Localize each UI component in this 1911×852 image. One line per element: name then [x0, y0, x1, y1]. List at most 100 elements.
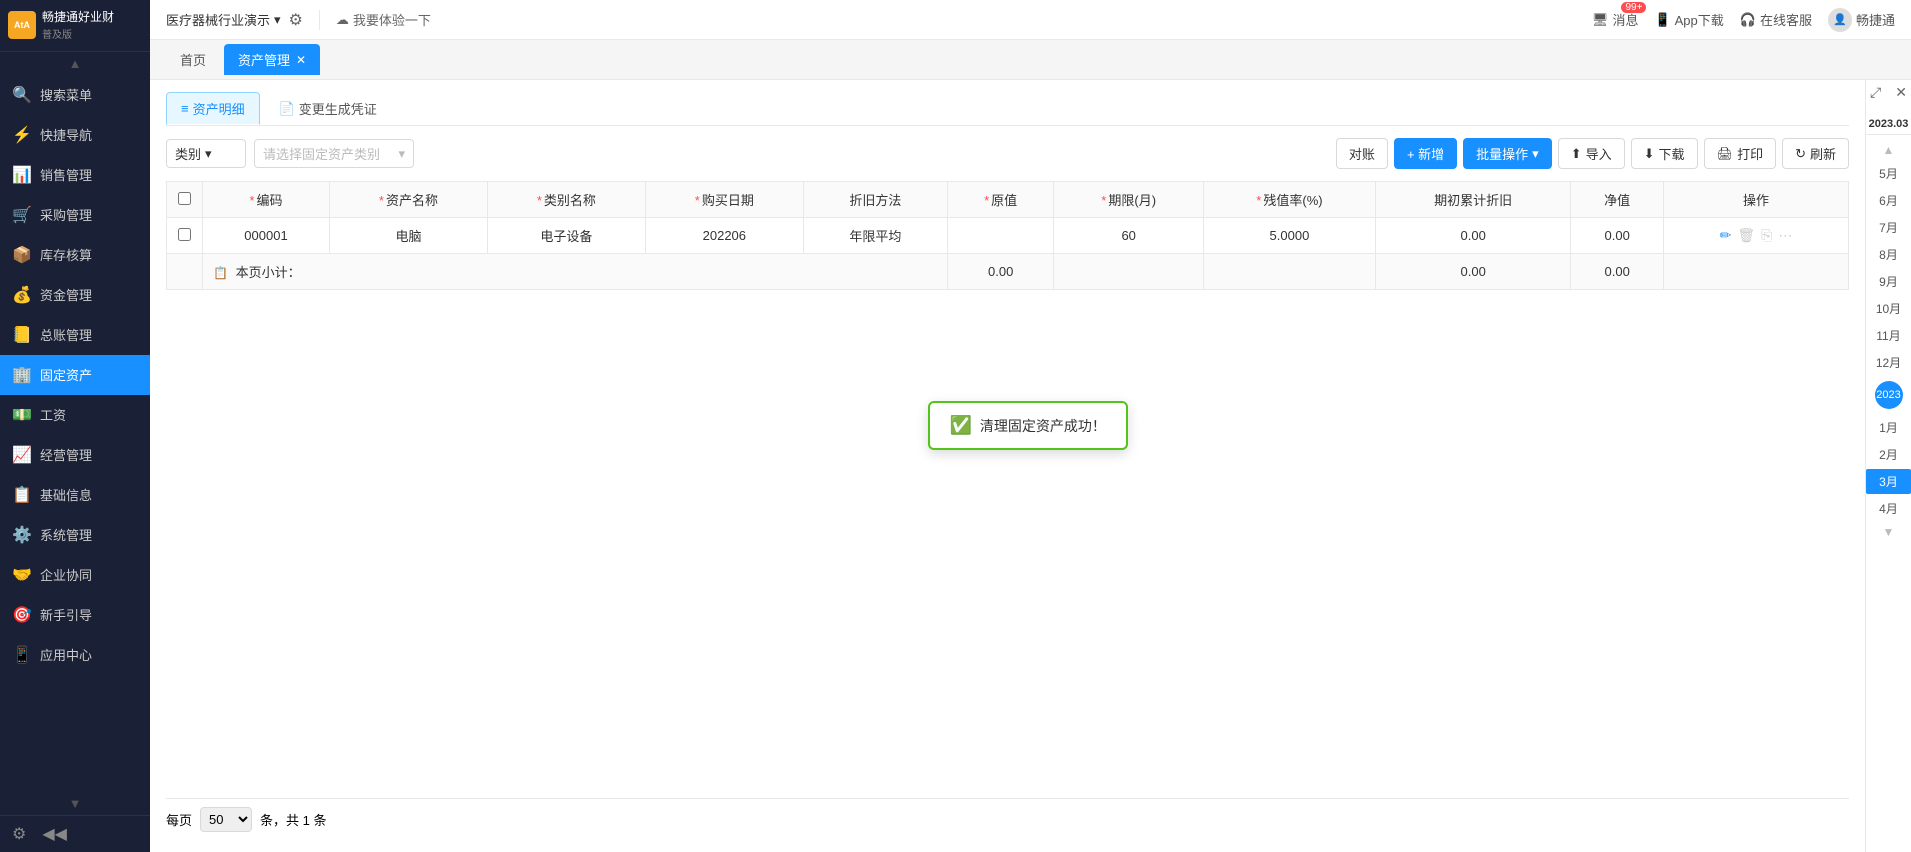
sidebar-icon-search: 🔍 [12, 85, 32, 105]
copy-icon[interactable]: ⎘ [1761, 227, 1772, 244]
subtotal-empty-2 [1054, 254, 1203, 290]
month-10[interactable]: 10月 [1866, 296, 1911, 321]
sidebar-header: AtA 畅捷通好业财 普及版 [0, 0, 150, 52]
sidebar-label-finance: 资金管理 [40, 285, 92, 304]
topbar: 医疗器械行业演示 ▾ ⚙ ☁ 我要体验一下 🖥 消息 99+ 📱 App下载 🎧… [150, 0, 1911, 40]
month-8[interactable]: 8月 [1866, 242, 1911, 267]
month-3[interactable]: 3月 [1866, 469, 1911, 494]
sidebar-icon-apps: 📱 [12, 645, 32, 665]
print-label: 打印 [1737, 144, 1763, 163]
collapse-icon[interactable]: ◀◀ [42, 824, 67, 844]
doc-icon: 📄 [279, 101, 295, 117]
refresh-button[interactable]: ↻ 刷新 [1782, 138, 1849, 169]
cell-net-value: 0.00 [1571, 218, 1664, 254]
cell-period: 60 [1054, 218, 1203, 254]
sidebar-item-quicknav[interactable]: ⚡ 快捷导航 [0, 115, 150, 155]
company-dropdown-icon: ▾ [274, 12, 281, 28]
user-menu[interactable]: 👤 畅捷通 [1828, 8, 1895, 32]
asset-table: *编码 *资产名称 *类别名称 *购买日期 折旧方法 *原值 *期限(月) *残… [166, 181, 1849, 290]
row-checkbox-cell [167, 218, 203, 254]
right-panel-close-button[interactable]: ✕ [1895, 84, 1907, 101]
month-2[interactable]: 2月 [1866, 442, 1911, 467]
more-icon[interactable]: ⋯ [1778, 227, 1792, 244]
month-1[interactable]: 1月 [1866, 415, 1911, 440]
per-page-select[interactable]: 50 10 20 100 [200, 807, 252, 832]
topbar-divider [319, 10, 320, 30]
download-button[interactable]: ⬇ 下载 [1631, 138, 1698, 169]
sidebar-item-enterprise[interactable]: 🤝 企业协同 [0, 555, 150, 595]
notifications-button[interactable]: 🖥 消息 99+ [1592, 10, 1639, 29]
select-all-checkbox[interactable] [178, 192, 191, 205]
row-checkbox[interactable] [178, 228, 191, 241]
cell-actions: ✏ 🗑 ⎘ ⋯ [1664, 218, 1849, 254]
sidebar-scroll-up[interactable]: ▲ [0, 52, 150, 75]
experience-link[interactable]: ☁ 我要体验一下 [336, 10, 431, 29]
app-download-button[interactable]: 📱 App下载 [1654, 10, 1723, 29]
table-header: *编码 *资产名称 *类别名称 *购买日期 折旧方法 *原值 *期限(月) *残… [167, 182, 1849, 218]
subtotal-empty-4 [1664, 254, 1849, 290]
tab-home[interactable]: 首页 [166, 44, 220, 75]
print-button[interactable]: 🖨 打印 [1704, 138, 1777, 169]
sidebar-item-finance[interactable]: 💰 资金管理 [0, 275, 150, 315]
cell-name: 电脑 [330, 218, 488, 254]
batch-button[interactable]: 批量操作 ▾ [1463, 138, 1552, 169]
sidebar-item-ledger[interactable]: 📒 总账管理 [0, 315, 150, 355]
avatar: 👤 [1828, 8, 1852, 32]
company-selector[interactable]: 医疗器械行业演示 ▾ [166, 10, 281, 29]
sidebar-label-apps: 应用中心 [40, 645, 92, 664]
settings-button[interactable]: ⚙ [289, 10, 303, 30]
right-panel-down-arrow[interactable]: ▼ [1881, 523, 1897, 541]
right-panel-up-arrow[interactable]: ▲ [1881, 141, 1897, 159]
sidebar-item-apps[interactable]: 📱 应用中心 [0, 635, 150, 675]
sidebar-item-purchase[interactable]: 🛒 采购管理 [0, 195, 150, 235]
sidebar-item-basic_info[interactable]: 📋 基础信息 [0, 475, 150, 515]
sidebar-label-sales: 销售管理 [40, 165, 92, 184]
table-row: 000001 电脑 电子设备 202206 年限平均 60 5.0000 0.0… [167, 218, 1849, 254]
header-checkbox-cell [167, 182, 203, 218]
header-original-value: *原值 [947, 182, 1054, 218]
edit-icon[interactable]: ✏ [1720, 227, 1732, 244]
import-button[interactable]: ⬆ 导入 [1558, 138, 1625, 169]
category-placeholder-select[interactable]: 请选择固定资产类别 ▾ [254, 139, 414, 168]
sidebar-bottom: ⚙ ◀◀ [0, 815, 150, 852]
sidebar-item-fixed_assets[interactable]: 🏢 固定资产 [0, 355, 150, 395]
delete-icon[interactable]: 🗑 [1737, 227, 1755, 244]
right-panel-expand-button[interactable]: ⤢ [1870, 84, 1881, 101]
month-9[interactable]: 9月 [1866, 269, 1911, 294]
sidebar-scroll-down[interactable]: ▼ [0, 792, 150, 815]
pagination: 每页 50 10 20 100 条，共 1 条 [166, 798, 1849, 840]
sidebar-icon-purchase: 🛒 [12, 205, 32, 225]
user-name: 畅捷通 [1856, 10, 1895, 29]
month-6[interactable]: 6月 [1866, 188, 1911, 213]
sidebar-item-payroll[interactable]: 💵 工资 [0, 395, 150, 435]
subtab-asset-detail[interactable]: ≡ 资产明细 [166, 92, 260, 125]
dualaccount-button[interactable]: 对账 [1336, 138, 1388, 169]
right-panel-header: 2023.03 [1866, 114, 1911, 135]
sidebar-item-search[interactable]: 🔍 搜索菜单 [0, 75, 150, 115]
category-placeholder-text: 请选择固定资产类别 [263, 144, 380, 163]
month-4[interactable]: 4月 [1866, 496, 1911, 521]
tab-asset-management[interactable]: 资产管理 ✕ [224, 44, 320, 75]
sidebar-item-operations[interactable]: 📈 经营管理 [0, 435, 150, 475]
add-button[interactable]: + 新增 [1394, 138, 1457, 169]
company-name: 医疗器械行业演示 [166, 10, 270, 29]
tab-close-icon[interactable]: ✕ [296, 53, 306, 67]
notifications-badge: 99+ [1621, 2, 1646, 13]
sidebar-item-sales[interactable]: 📊 销售管理 [0, 155, 150, 195]
sidebar-item-inventory[interactable]: 📦 库存核算 [0, 235, 150, 275]
month-7[interactable]: 7月 [1866, 215, 1911, 240]
customer-service-button[interactable]: 🎧 在线客服 [1740, 10, 1812, 29]
month-11[interactable]: 11月 [1866, 323, 1911, 348]
sidebar-item-system[interactable]: ⚙️ 系统管理 [0, 515, 150, 555]
header-category: *类别名称 [487, 182, 645, 218]
sidebar-item-guide[interactable]: 🎯 新手引导 [0, 595, 150, 635]
month-12[interactable]: 12月 [1866, 350, 1911, 375]
subtab-voucher[interactable]: 📄 变更生成凭证 [264, 92, 392, 125]
category-select[interactable]: 类别 ▾ [166, 139, 246, 168]
sidebar-label-system: 系统管理 [40, 525, 92, 544]
header-code: *编码 [203, 182, 330, 218]
month-5[interactable]: 5月 [1866, 161, 1911, 186]
header-period: *期限(月) [1054, 182, 1203, 218]
header-purchase-date: *购买日期 [645, 182, 803, 218]
settings-icon[interactable]: ⚙ [12, 824, 26, 844]
